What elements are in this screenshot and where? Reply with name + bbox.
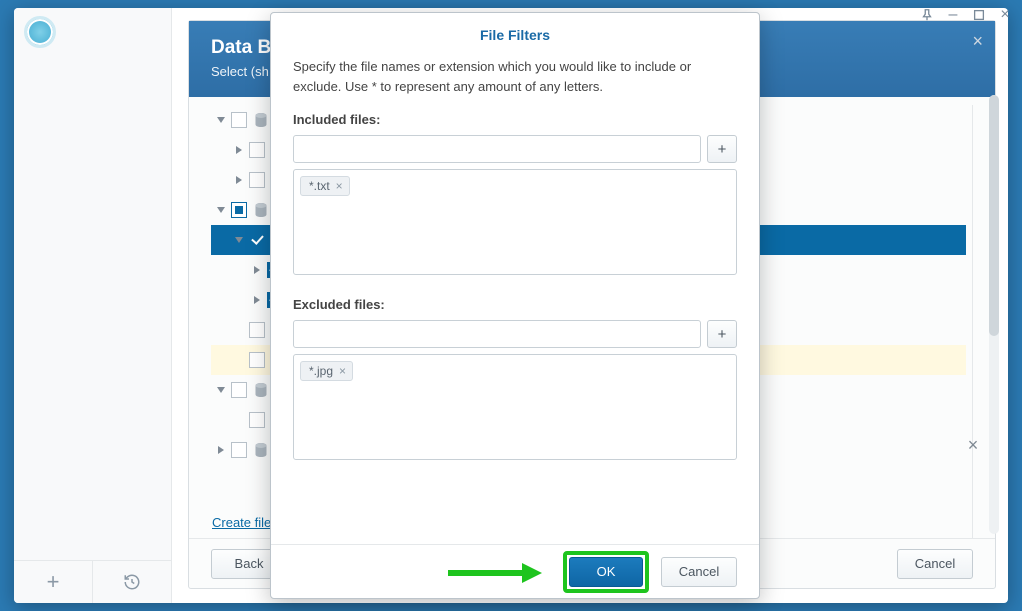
checkbox[interactable] [231,442,247,458]
expander-icon [233,414,245,426]
checkbox[interactable] [249,142,265,158]
add-excluded-button[interactable]: + [707,320,737,348]
scrollbar-thumb[interactable] [989,95,999,336]
checkbox[interactable] [249,232,265,248]
maximize-icon[interactable] [972,8,986,22]
history-button[interactable] [93,561,171,603]
excluded-input[interactable] [293,320,701,348]
modal-intro: Specify the file names or extension whic… [293,57,737,96]
database-icon [253,382,269,398]
database-icon [253,202,269,218]
create-filter-link[interactable]: Create file [212,515,271,530]
guide-arrow-icon [446,563,542,583]
included-tags-area: *.txt × [293,169,737,275]
add-button[interactable]: + [14,561,93,603]
minimize-icon[interactable]: – [946,8,960,22]
included-input[interactable] [293,135,701,163]
filter-tag-label: *.txt [309,179,330,193]
checkbox[interactable] [249,412,265,428]
modal-title: File Filters [271,13,759,53]
scrollbar[interactable] [989,95,999,534]
expander-icon[interactable] [251,264,263,276]
expander-icon[interactable] [215,384,227,396]
checkbox[interactable] [249,322,265,338]
filter-tag-label: *.jpg [309,364,333,378]
expander-icon[interactable] [215,204,227,216]
wizard-close-icon[interactable]: × [972,31,983,52]
ok-button[interactable]: OK [569,557,643,587]
pin-icon[interactable] [920,8,934,22]
ok-button-highlight: OK [563,551,649,593]
filter-tag: *.jpg × [300,361,353,381]
database-icon [253,112,269,128]
expander-icon[interactable] [215,444,227,456]
expander-icon [233,324,245,336]
filter-tag: *.txt × [300,176,350,196]
checkbox[interactable] [231,112,247,128]
expander-icon [233,354,245,366]
checkbox[interactable] [231,382,247,398]
add-included-button[interactable]: + [707,135,737,163]
checkbox[interactable] [249,172,265,188]
included-files-label: Included files: [293,112,737,127]
expander-icon[interactable] [233,144,245,156]
checkbox[interactable] [231,202,247,218]
file-filters-modal: File Filters Specify the file names or e… [270,12,760,599]
excluded-tags-area: *.jpg × [293,354,737,460]
outer-titlebar: – × [910,0,1022,30]
checkbox[interactable] [249,352,265,368]
expander-icon[interactable] [251,294,263,306]
close-icon[interactable]: × [998,8,1012,22]
wizard-cancel-button[interactable]: Cancel [897,549,973,579]
expander-icon[interactable] [215,114,227,126]
expander-icon[interactable] [233,174,245,186]
database-icon [253,442,269,458]
main-sidebar: + [14,8,172,603]
remove-tag-icon[interactable]: × [339,364,346,378]
app-logo-icon [24,16,56,48]
remove-tag-icon[interactable]: × [336,179,343,193]
notification-close-icon[interactable]: × [959,431,987,459]
expander-icon[interactable] [233,234,245,246]
excluded-files-label: Excluded files: [293,297,737,312]
modal-cancel-button[interactable]: Cancel [661,557,737,587]
